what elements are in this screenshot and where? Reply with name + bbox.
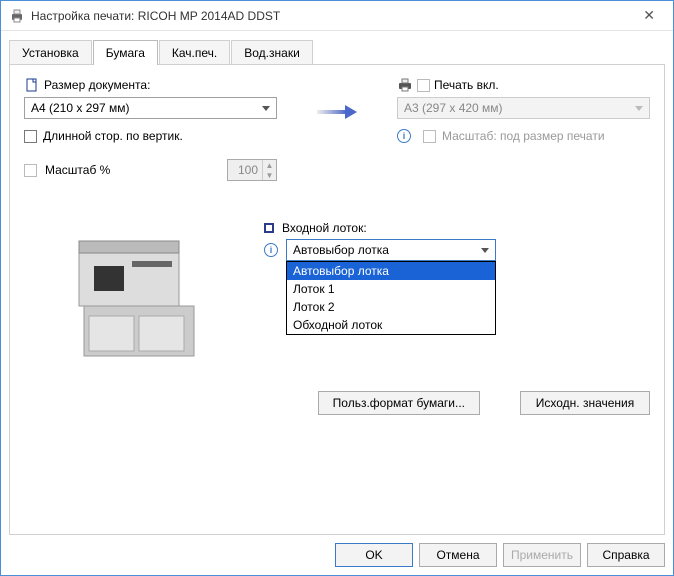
defaults-button[interactable]: Исходн. значения: [520, 391, 650, 415]
zoom-value: 100: [228, 163, 262, 177]
help-button[interactable]: Справка: [587, 543, 665, 567]
tray-option[interactable]: Лоток 1: [287, 280, 495, 298]
arrow-icon: [317, 107, 357, 117]
print-on-select: A3 (297 x 420 мм): [397, 97, 650, 119]
tab-paper[interactable]: Бумага: [93, 40, 158, 65]
tray-option[interactable]: Автовыбор лотка: [287, 262, 495, 280]
ok-button[interactable]: OK: [335, 543, 413, 567]
doc-size-label: Размер документа:: [44, 78, 150, 92]
custom-size-button[interactable]: Польз.формат бумаги...: [318, 391, 480, 415]
chevron-down-icon: [481, 248, 489, 253]
tray-icon: [264, 223, 274, 233]
long-edge-checkbox[interactable]: [24, 130, 37, 143]
printer-small-icon: [397, 77, 413, 93]
long-edge-label: Длинной стор. по вертик.: [43, 129, 183, 143]
window-title: Настройка печати: RICOH MP 2014AD DDST: [31, 9, 633, 23]
zoom-checkbox[interactable]: [24, 164, 37, 177]
print-on-checkbox[interactable]: [417, 79, 430, 92]
tray-dropdown-list[interactable]: Автовыбор лотка Лоток 1 Лоток 2 Обходной…: [286, 261, 496, 335]
close-button[interactable]: ✕: [633, 3, 665, 28]
tab-panel-paper: Размер документа: A4 (210 x 297 мм) Длин…: [9, 64, 665, 535]
tray-option[interactable]: Лоток 2: [287, 298, 495, 316]
cancel-button[interactable]: Отмена: [419, 543, 497, 567]
dialog-window: Настройка печати: RICOH MP 2014AD DDST ✕…: [0, 0, 674, 576]
tab-watermarks[interactable]: Вод.знаки: [231, 40, 313, 65]
fit-to-checkbox: [423, 130, 436, 143]
zoom-label: Масштаб %: [45, 163, 110, 177]
spinner-arrows[interactable]: ▲▼: [262, 160, 276, 180]
dialog-buttons: OK Отмена Применить Справка: [1, 535, 673, 575]
print-on-label: Печать вкл.: [434, 78, 499, 92]
tabs: Установка Бумага Кач.печ. Вод.знаки: [1, 31, 673, 64]
apply-button[interactable]: Применить: [503, 543, 581, 567]
chevron-down-icon: [262, 106, 270, 111]
page-icon: [24, 77, 40, 93]
doc-size-select[interactable]: A4 (210 x 297 мм): [24, 97, 277, 119]
fit-to-label: Масштаб: под размер печати: [442, 129, 605, 143]
tab-quality[interactable]: Кач.печ.: [159, 40, 230, 65]
zoom-spinner[interactable]: 100 ▲▼: [227, 159, 277, 181]
tray-selected: Автовыбор лотка: [293, 243, 389, 257]
titlebar: Настройка печати: RICOH MP 2014AD DDST ✕: [1, 1, 673, 31]
print-on-value: A3 (297 x 420 мм): [404, 101, 503, 115]
tray-dropdown[interactable]: Автовыбор лотка Автовыбор лотка Лоток 1 …: [286, 239, 496, 261]
tray-option[interactable]: Обходной лоток: [287, 316, 495, 334]
tray-label: Входной лоток:: [282, 221, 367, 235]
printer-preview: [54, 221, 214, 381]
info-icon: i: [264, 243, 278, 257]
chevron-down-icon: [635, 106, 643, 111]
printer-icon: [9, 8, 25, 24]
info-icon: i: [397, 129, 411, 143]
tab-install[interactable]: Установка: [9, 40, 92, 65]
doc-size-value: A4 (210 x 297 мм): [31, 101, 130, 115]
